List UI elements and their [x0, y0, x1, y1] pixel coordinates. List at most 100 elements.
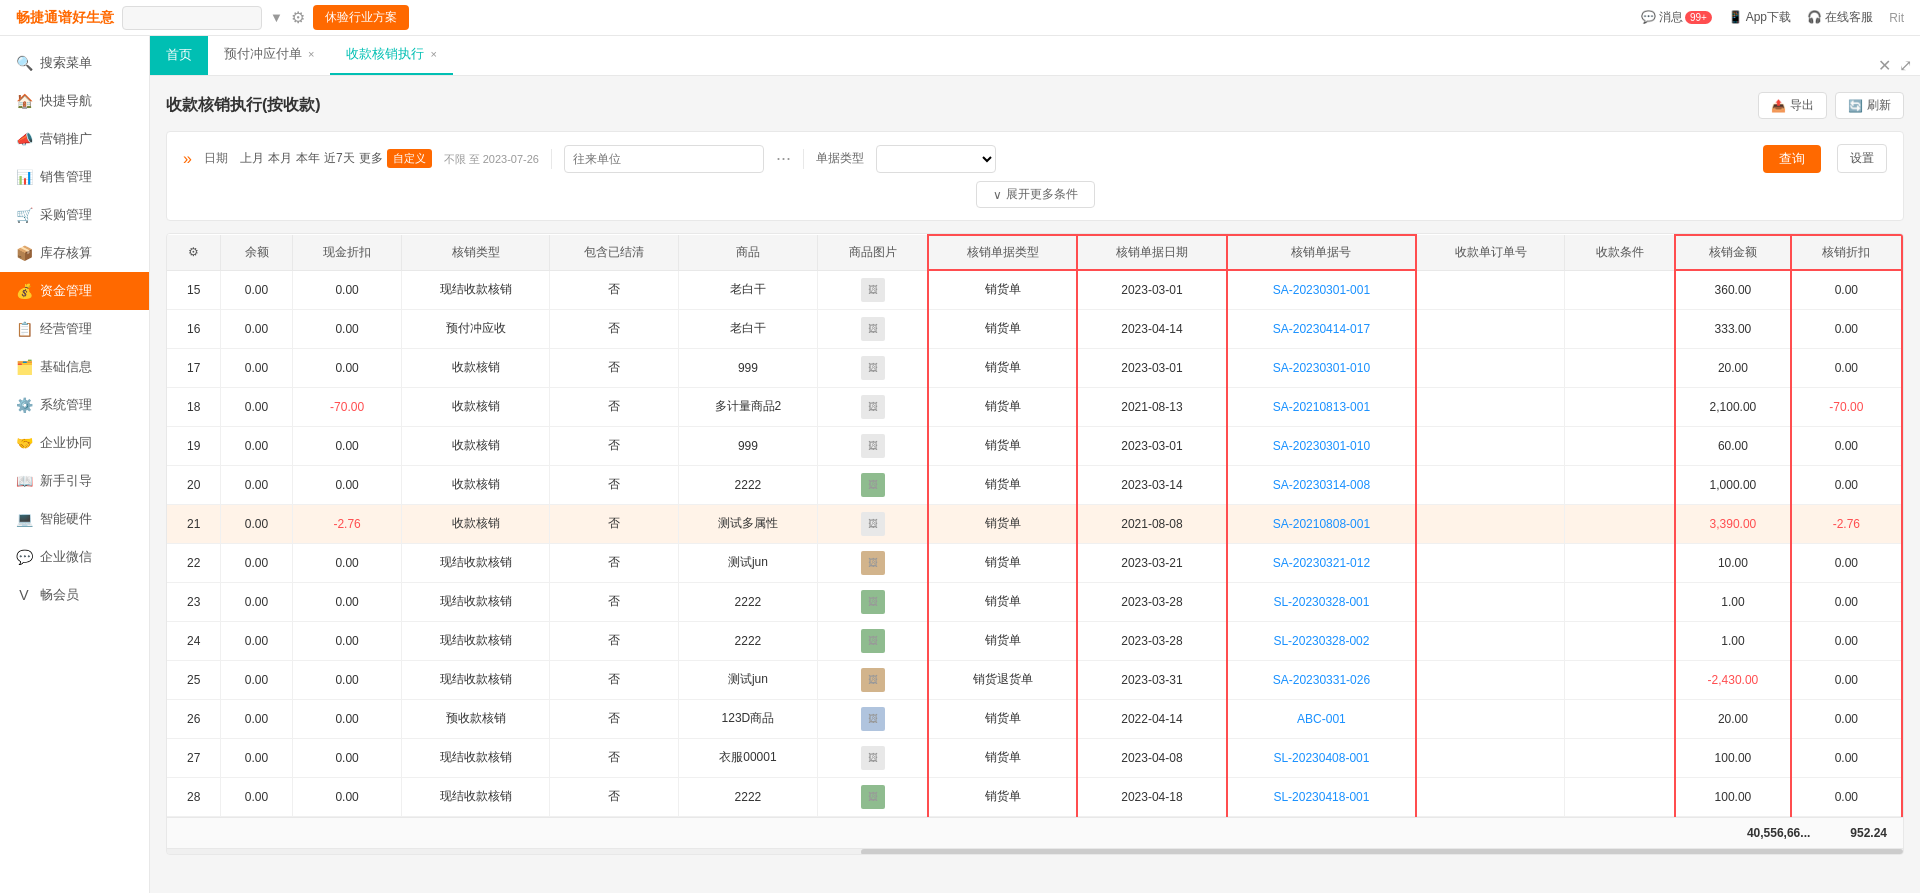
- app-download-item[interactable]: 📱 App下载: [1728, 9, 1791, 26]
- filter-bar: » 日期 上月 本月 本年 近7天 更多 自定义 不限 至 2023-07-26: [166, 131, 1904, 221]
- col-write-off-discount: 核销折扣: [1791, 235, 1902, 270]
- sidebar-item-quicknav[interactable]: 🏠 快捷导航: [0, 82, 149, 120]
- sidebar-item-smarthw[interactable]: 💻 智能硬件: [0, 500, 149, 538]
- sidebar-item-fund[interactable]: 💰 资金管理: [0, 272, 149, 310]
- cell-terms: [1565, 699, 1675, 738]
- cell-write-off-discount: 0.00: [1791, 699, 1902, 738]
- table-settings-icon[interactable]: ⚙: [188, 245, 199, 259]
- cell-num: 26: [167, 699, 221, 738]
- tab-close-all-icon[interactable]: ✕: [1878, 56, 1891, 75]
- bill-no-link[interactable]: SL-20230328-001: [1273, 595, 1369, 609]
- tab-receipt-close[interactable]: ×: [430, 48, 436, 60]
- tab-expand-icon[interactable]: ⤢: [1899, 56, 1912, 75]
- cell-num: 21: [167, 504, 221, 543]
- cell-goods-img: 🖼: [818, 426, 928, 465]
- cell-bill-no[interactable]: SA-20230331-026: [1227, 660, 1417, 699]
- cell-order-no: [1416, 777, 1565, 816]
- sys-icon: ⚙️: [16, 397, 32, 413]
- this-month-btn[interactable]: 本月: [268, 150, 292, 167]
- cell-terms: [1565, 270, 1675, 309]
- tab-receipt[interactable]: 收款核销执行 ×: [330, 36, 452, 75]
- goods-img: 🖼: [861, 590, 885, 614]
- cell-bill-no[interactable]: SA-20210808-001: [1227, 504, 1417, 543]
- top-search-input[interactable]: [122, 6, 262, 30]
- sidebar-item-search[interactable]: 🔍 搜索菜单: [0, 44, 149, 82]
- tab-home[interactable]: 首页: [150, 36, 208, 75]
- cell-bill-no[interactable]: SA-20230301-010: [1227, 348, 1417, 387]
- bill-no-link[interactable]: SL-20230418-001: [1273, 790, 1369, 804]
- dropdown-arrow[interactable]: ▼: [270, 10, 283, 25]
- cell-discount: 0.00: [292, 738, 402, 777]
- bill-no-link[interactable]: SA-20230331-026: [1273, 673, 1370, 687]
- bill-no-link[interactable]: SA-20230414-017: [1273, 322, 1370, 336]
- cell-bill-no[interactable]: SA-20230314-008: [1227, 465, 1417, 504]
- sidebar-item-business[interactable]: 📋 经营管理: [0, 310, 149, 348]
- cell-goods-img: 🖼: [818, 777, 928, 816]
- sidebar-item-sales[interactable]: 📊 销售管理: [0, 158, 149, 196]
- cell-bill-no[interactable]: SA-20230414-017: [1227, 309, 1417, 348]
- bill-no-link[interactable]: SA-20230314-008: [1273, 478, 1370, 492]
- cell-bill-no[interactable]: SA-20230321-012: [1227, 543, 1417, 582]
- from-unit-input[interactable]: [564, 145, 764, 173]
- query-button[interactable]: 查询: [1763, 145, 1821, 173]
- bill-no-link[interactable]: SL-20230408-001: [1273, 751, 1369, 765]
- sidebar-item-purchase[interactable]: 🛒 采购管理: [0, 196, 149, 234]
- this-year-btn[interactable]: 本年: [296, 150, 320, 167]
- industry-btn[interactable]: 休验行业方案: [313, 5, 409, 30]
- cell-bill-no[interactable]: SL-20230408-001: [1227, 738, 1417, 777]
- cell-bill-no[interactable]: SL-20230328-001: [1227, 582, 1417, 621]
- bill-no-link[interactable]: SA-20230301-001: [1273, 283, 1370, 297]
- sidebar-item-sys[interactable]: ⚙️ 系统管理: [0, 386, 149, 424]
- filter-collapse-icon[interactable]: »: [183, 150, 192, 168]
- cell-bill-no[interactable]: SA-20230301-010: [1227, 426, 1417, 465]
- cell-goods: 测试jun: [678, 660, 817, 699]
- sidebar-item-inventory[interactable]: 📦 库存核算: [0, 234, 149, 272]
- cell-bill-no[interactable]: SL-20230418-001: [1227, 777, 1417, 816]
- export-button[interactable]: 📤 导出: [1758, 92, 1827, 119]
- sidebar-item-marketing[interactable]: 📣 营销推广: [0, 120, 149, 158]
- cell-bill-type: 销货单: [928, 387, 1077, 426]
- cell-bill-no[interactable]: SA-20210813-001: [1227, 387, 1417, 426]
- goods-img: 🖼: [861, 668, 885, 692]
- cell-goods-img: 🖼: [818, 387, 928, 426]
- layout: 🔍 搜索菜单 🏠 快捷导航 📣 营销推广 📊 销售管理 🛒 采购管理 📦: [0, 36, 1920, 893]
- more-btn[interactable]: 更多: [359, 150, 383, 167]
- cell-order-no: [1416, 582, 1565, 621]
- sidebar-item-wechat[interactable]: 💬 企业微信: [0, 538, 149, 576]
- horizontal-scrollbar[interactable]: [167, 848, 1903, 854]
- sidebar-item-vip[interactable]: V 畅会员: [0, 576, 149, 614]
- bill-no-link[interactable]: ABC-001: [1297, 712, 1346, 726]
- cell-balance: 0.00: [221, 543, 292, 582]
- expand-more-button[interactable]: ∨ 展开更多条件: [976, 181, 1095, 208]
- col-amount: 核销金额: [1675, 235, 1791, 270]
- bill-no-link[interactable]: SA-20230321-012: [1273, 556, 1370, 570]
- message-item[interactable]: 💬 消息99+: [1641, 9, 1712, 26]
- bill-no-link[interactable]: SA-20230301-010: [1273, 439, 1370, 453]
- bill-no-link[interactable]: SA-20210813-001: [1273, 400, 1370, 414]
- bill-no-link[interactable]: SA-20230301-010: [1273, 361, 1370, 375]
- tab-prepay[interactable]: 预付冲应付单 ×: [208, 36, 330, 75]
- cell-write-off-discount: 0.00: [1791, 738, 1902, 777]
- sidebar-item-beginner[interactable]: 📖 新手引导: [0, 462, 149, 500]
- sidebar-item-enterprise[interactable]: 🤝 企业协同: [0, 424, 149, 462]
- col-settings[interactable]: ⚙: [167, 235, 221, 270]
- tab-prepay-label: 预付冲应付单: [224, 45, 302, 63]
- settings-icon[interactable]: ⚙: [291, 8, 305, 27]
- last-month-btn[interactable]: 上月: [240, 150, 264, 167]
- cell-bill-no[interactable]: ABC-001: [1227, 699, 1417, 738]
- refresh-button[interactable]: 🔄 刷新: [1835, 92, 1904, 119]
- cell-bill-no[interactable]: SL-20230328-002: [1227, 621, 1417, 660]
- tab-prepay-close[interactable]: ×: [308, 48, 314, 60]
- online-service-item[interactable]: 🎧 在线客服: [1807, 9, 1873, 26]
- bill-no-link[interactable]: SL-20230328-002: [1273, 634, 1369, 648]
- custom-btn[interactable]: 自定义: [387, 149, 432, 168]
- bill-no-link[interactable]: SA-20210808-001: [1273, 517, 1370, 531]
- sidebar-item-label: 基础信息: [40, 358, 92, 376]
- filter-divider1: [551, 149, 552, 169]
- last7-btn[interactable]: 近7天: [324, 150, 355, 167]
- cell-bill-no[interactable]: SA-20230301-001: [1227, 270, 1417, 309]
- sidebar-item-baseinfo[interactable]: 🗂️ 基础信息: [0, 348, 149, 386]
- sidebar-item-label: 智能硬件: [40, 510, 92, 528]
- setting-button[interactable]: 设置: [1837, 144, 1887, 173]
- bill-type-select[interactable]: [876, 145, 996, 173]
